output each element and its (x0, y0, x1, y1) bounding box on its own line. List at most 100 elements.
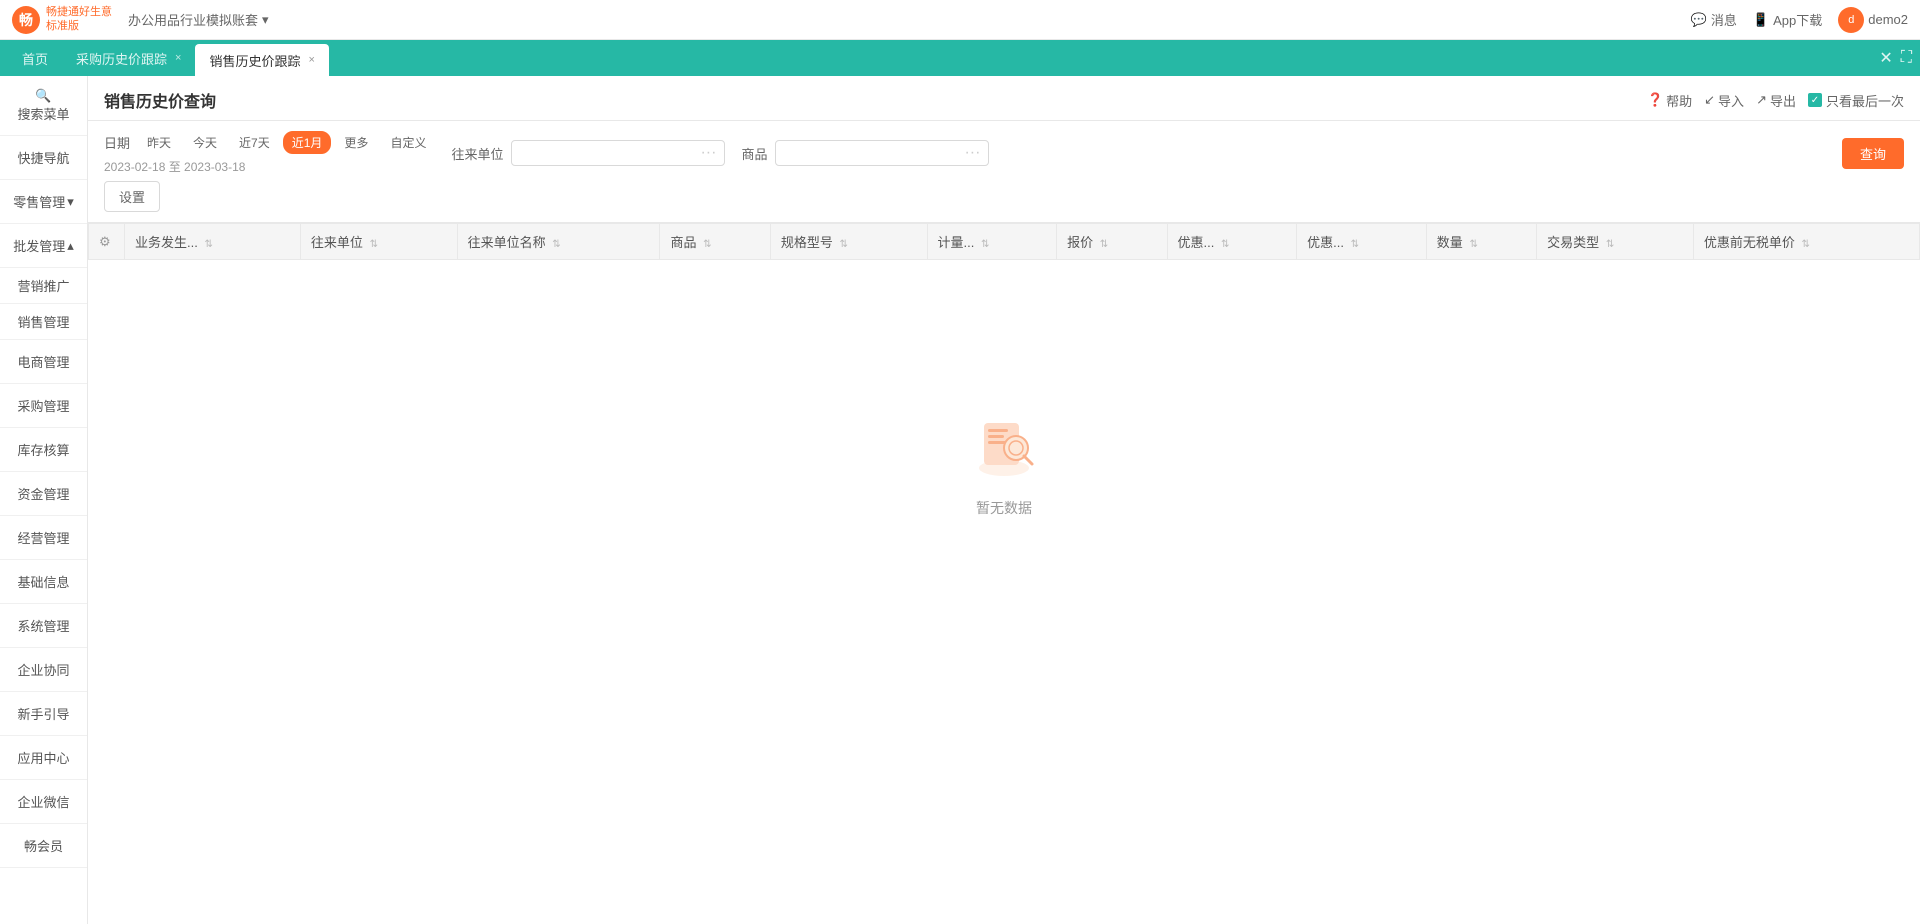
logo-area: 畅 畅捷通好生意 标准版 (12, 6, 112, 34)
tab-sales-close-icon[interactable]: × (308, 54, 314, 66)
table-col-quantity[interactable]: 数量 ⇅ (1426, 224, 1536, 260)
date-btn-custom[interactable]: 自定义 (381, 131, 435, 154)
sidebar-item-sales-management[interactable]: 销售管理 (0, 304, 87, 340)
empty-illustration (964, 403, 1044, 486)
sidebar-item-search[interactable]: 🔍 搜索菜单 (0, 76, 87, 136)
partner-label: 往来单位 (451, 144, 503, 163)
sidebar-item-beginner[interactable]: 新手引导 (0, 692, 87, 736)
sidebar-item-wholesale[interactable]: 批发管理 ▴ (0, 224, 87, 268)
table-col-goods[interactable]: 商品 ⇅ (660, 224, 770, 260)
table-col-partner[interactable]: 往来单位 ⇅ (300, 224, 457, 260)
user-menu[interactable]: d demo2 (1838, 7, 1908, 33)
help-icon: ❓ (1647, 92, 1663, 108)
sort-icon: ⇅ (1351, 239, 1359, 250)
data-table: ⚙ 业务发生... ⇅ 往来单位 ⇅ 往来单位名称 (88, 223, 1920, 260)
date-filter: 日期 昨天 今天 近7天 近1月 更多 自定义 (104, 131, 435, 154)
table-col-trade-type[interactable]: 交易类型 ⇅ (1537, 224, 1694, 260)
sort-icon: ⇅ (552, 239, 560, 250)
sort-icon: ⇅ (370, 239, 378, 250)
chevron-up-icon: ▴ (67, 238, 74, 254)
date-btn-1month[interactable]: 近1月 (283, 131, 332, 154)
sidebar: 🔍 搜索菜单 快捷导航 零售管理 ▾ 批发管理 ▴ 营销推广 销售管理 电商管理… (0, 76, 88, 924)
date-shortcuts: 昨天 今天 近7天 近1月 更多 自定义 (138, 131, 435, 154)
settings-button[interactable]: 设置 (104, 181, 160, 212)
logo-icon: 畅 (12, 6, 40, 34)
content-area: 销售历史价查询 ❓ 帮助 ↙ 导入 ↗ 导出 ✓ 只看最后一次 (88, 76, 1920, 924)
tab-maximize-button[interactable]: ⛶ (1901, 49, 1912, 67)
table-col-settings: ⚙ (89, 224, 125, 260)
sidebar-item-app-center[interactable]: 应用中心 (0, 736, 87, 780)
date-label: 日期 (104, 133, 130, 152)
search-button[interactable]: 查询 (1842, 138, 1904, 169)
import-button[interactable]: ↙ 导入 (1704, 91, 1744, 110)
tab-purchase-history[interactable]: 采购历史价跟踪 × (62, 44, 195, 72)
date-range: 2023-02-18 至 2023-03-18 (104, 158, 245, 175)
sidebar-item-operations[interactable]: 经营管理 (0, 516, 87, 560)
chevron-down-icon: ▾ (67, 194, 74, 210)
tab-bar-right: ✕ ⛶ (1879, 48, 1912, 68)
date-filter-group: 日期 昨天 今天 近7天 近1月 更多 自定义 2023-02-18 至 202… (104, 131, 435, 175)
sidebar-item-retail[interactable]: 零售管理 ▾ (0, 180, 87, 224)
workspace-selector[interactable]: 办公用品行业模拟账套 ▾ (120, 6, 277, 33)
sort-icon: ⇅ (1221, 239, 1229, 250)
date-btn-7days[interactable]: 近7天 (230, 131, 279, 154)
sidebar-item-finance[interactable]: 资金管理 (0, 472, 87, 516)
sidebar-item-member[interactable]: 畅会员 (0, 824, 87, 868)
sidebar-item-ecommerce[interactable]: 电商管理 (0, 340, 87, 384)
table-col-price[interactable]: 报价 ⇅ (1057, 224, 1167, 260)
partner-input-field[interactable] (520, 146, 696, 161)
sidebar-item-purchase[interactable]: 采购管理 (0, 384, 87, 428)
date-btn-yesterday[interactable]: 昨天 (138, 131, 180, 154)
table-scroll[interactable]: ⚙ 业务发生... ⇅ 往来单位 ⇅ 往来单位名称 (88, 223, 1920, 924)
app-download-button[interactable]: 📱 App下载 (1753, 10, 1822, 29)
top-bar: 畅 畅捷通好生意 标准版 办公用品行业模拟账套 ▾ 💬 消息 📱 App下载 d… (0, 0, 1920, 40)
sidebar-item-quick-nav[interactable]: 快捷导航 (0, 136, 87, 180)
page-header-actions: ❓ 帮助 ↙ 导入 ↗ 导出 ✓ 只看最后一次 (1647, 91, 1904, 110)
sort-icon: ⇅ (840, 239, 848, 250)
table-col-spec[interactable]: 规格型号 ⇅ (770, 224, 927, 260)
help-button[interactable]: ❓ 帮助 (1647, 91, 1692, 110)
goods-select-icon[interactable]: ··· (964, 144, 980, 162)
partner-select-icon[interactable]: ··· (700, 144, 716, 162)
date-btn-today[interactable]: 今天 (184, 131, 226, 154)
sort-icon: ⇅ (204, 239, 212, 250)
goods-filter: 商品 ··· (741, 140, 989, 166)
export-button[interactable]: ↗ 导出 (1756, 91, 1796, 110)
page-header: 销售历史价查询 ❓ 帮助 ↙ 导入 ↗ 导出 ✓ 只看最后一次 (88, 76, 1920, 121)
filter-row: 日期 昨天 今天 近7天 近1月 更多 自定义 2023-02-18 至 202… (104, 131, 1904, 175)
only-last-checkbox[interactable]: ✓ 只看最后一次 (1808, 91, 1904, 110)
goods-input[interactable]: ··· (775, 140, 989, 166)
sort-icon: ⇅ (981, 239, 989, 250)
table-col-discount2[interactable]: 优惠... ⇅ (1297, 224, 1427, 260)
chevron-down-icon: ▾ (262, 12, 269, 28)
table-col-date[interactable]: 业务发生... ⇅ (125, 224, 301, 260)
sort-icon: ⇅ (1100, 239, 1108, 250)
tab-close-all-button[interactable]: ✕ (1879, 48, 1892, 68)
sort-icon: ⇅ (1606, 239, 1614, 250)
sidebar-item-inventory[interactable]: 库存核算 (0, 428, 87, 472)
top-bar-right: 💬 消息 📱 App下载 d demo2 (1691, 7, 1908, 33)
sidebar-item-marketing[interactable]: 营销推广 (0, 268, 87, 304)
table-col-unit[interactable]: 计量... ⇅ (927, 224, 1057, 260)
sidebar-item-enterprise-wechat[interactable]: 企业微信 (0, 780, 87, 824)
sidebar-item-base-info[interactable]: 基础信息 (0, 560, 87, 604)
partner-filter: 往来单位 ··· (451, 140, 725, 166)
settings-icon[interactable]: ⚙ (99, 234, 111, 249)
tab-purchase-close-icon[interactable]: × (175, 52, 181, 64)
filter-actions: 查询 (1842, 138, 1904, 169)
goods-label: 商品 (741, 144, 767, 163)
table-col-pretax-price[interactable]: 优惠前无税单价 ⇅ (1693, 224, 1919, 260)
table-header-row: ⚙ 业务发生... ⇅ 往来单位 ⇅ 往来单位名称 (89, 224, 1920, 260)
table-col-partner-name[interactable]: 往来单位名称 ⇅ (457, 224, 660, 260)
date-btn-more[interactable]: 更多 (335, 131, 377, 154)
goods-input-field[interactable] (784, 146, 960, 161)
sort-icon: ⇅ (1469, 239, 1477, 250)
sidebar-item-system[interactable]: 系统管理 (0, 604, 87, 648)
tab-home[interactable]: 首页 (8, 44, 62, 72)
message-button[interactable]: 💬 消息 (1691, 10, 1737, 29)
filter-bar: 日期 昨天 今天 近7天 近1月 更多 自定义 2023-02-18 至 202… (88, 121, 1920, 223)
table-col-discount1[interactable]: 优惠... ⇅ (1167, 224, 1297, 260)
tab-sales-history[interactable]: 销售历史价跟踪 × (195, 44, 328, 76)
sidebar-item-enterprise-collab[interactable]: 企业协同 (0, 648, 87, 692)
partner-input[interactable]: ··· (511, 140, 725, 166)
